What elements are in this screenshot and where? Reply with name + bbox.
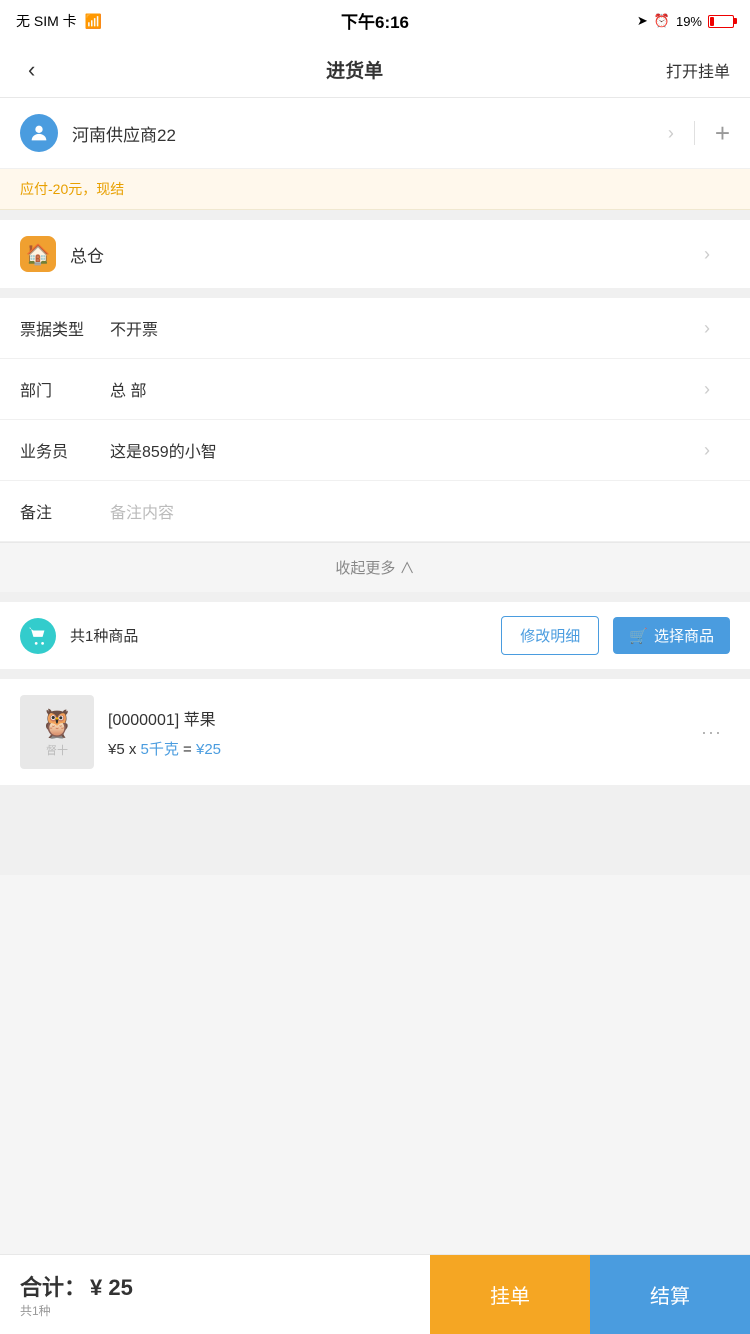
product-count-icon [20,618,56,654]
hold-button[interactable]: 挂单 [430,1255,590,1334]
footer-sub-count: 共1种 [20,1302,410,1319]
cart-icon [27,625,49,647]
chevron-right-icon: › [668,123,674,144]
settle-button[interactable]: 结算 [590,1255,750,1334]
battery-icon [708,15,734,28]
collapse-toggle[interactable]: 收起更多 ∧ [0,542,750,592]
add-supplier-button[interactable]: + [715,118,730,149]
remark-row[interactable]: 备注 备注内容 [0,481,750,542]
department-value: 总 部 [100,377,704,401]
back-button[interactable]: ‹ [20,49,43,91]
chevron-right-icon: › [704,440,710,461]
product-code: [0000001] [108,712,179,729]
product-thumbnail: 🦉 督十 [20,695,94,769]
battery-percent: 19% [676,14,702,29]
alarm-icon: ⏰ [654,13,670,29]
page-title: 进货单 [326,56,383,83]
warehouse-icon: 🏠 [20,236,56,272]
select-product-label: 选择商品 [654,625,714,646]
location-icon: ➤ [637,13,648,29]
product-name: [0000001] 苹果 [108,706,679,730]
product-header-section: 共1种商品 修改明细 🛒 选择商品 [0,602,750,669]
supplier-avatar [20,114,58,152]
wifi-icon: 📶 [85,13,102,30]
product-multiply: x [129,741,141,758]
product-title: 苹果 [184,712,216,729]
main-content: 河南供应商22 › + 应付-20元，现结 🏠 总仓 › 票据类型 不开票 › … [0,98,750,875]
remark-placeholder: 备注内容 [100,499,730,523]
salesman-value: 这是859的小智 [100,438,704,462]
chevron-right-icon: › [704,244,710,265]
status-time: 下午6:16 [341,8,409,33]
open-hold-button[interactable]: 打开挂单 [666,58,730,82]
edit-detail-button[interactable]: 修改明细 [501,616,599,655]
invoice-label: 票据类型 [20,316,100,340]
salesman-label: 业务员 [20,438,100,462]
supplier-row[interactable]: 河南供应商22 › + [0,98,750,169]
payment-notice: 应付-20元，现结 [0,169,750,210]
chevron-right-icon: › [704,379,710,400]
select-product-button[interactable]: 🛒 选择商品 [613,617,730,654]
invoice-value: 不开票 [100,316,704,340]
product-price: ¥5 x 5千克 = ¥25 [108,738,679,759]
warehouse-section: 🏠 总仓 › [0,220,750,288]
warehouse-name: 总仓 [70,242,704,267]
product-unit-price: ¥5 [108,741,125,758]
footer-total: 合计： ¥ 25 共1种 [0,1255,430,1334]
product-header-row: 共1种商品 修改明细 🛒 选择商品 [0,602,750,669]
product-count-text: 共1种商品 [70,625,487,646]
carrier-text: 无 SIM 卡 [16,11,77,31]
footer: 合计： ¥ 25 共1种 挂单 结算 [0,1254,750,1334]
remark-label: 备注 [20,499,100,523]
bottom-spacer [0,785,750,875]
salesman-row[interactable]: 业务员 这是859的小智 › [0,420,750,481]
product-thumb-logo: 🦉 督十 [40,707,75,758]
supplier-name: 河南供应商22 [72,121,668,146]
nav-bar: ‹ 进货单 打开挂单 [0,42,750,98]
footer-total-amount-value: ¥ 25 [90,1275,133,1301]
product-info: [0000001] 苹果 ¥5 x 5千克 = ¥25 [108,706,679,759]
chevron-right-icon: › [704,318,710,339]
product-item: 🦉 督十 [0000001] 苹果 ¥5 x 5千克 = ¥25 ··· [0,679,750,785]
product-menu-button[interactable]: ··· [693,718,730,747]
status-right: ➤ ⏰ 19% [637,13,734,29]
person-icon [28,122,50,144]
product-quantity: 5千克 [141,741,179,758]
status-left: 无 SIM 卡 📶 [16,11,102,31]
status-bar: 无 SIM 卡 📶 下午6:16 ➤ ⏰ 19% [0,0,750,42]
vertical-divider [694,121,695,145]
footer-total-label: 合计： [20,1270,86,1302]
select-product-icon: 🛒 [629,627,648,645]
footer-total-row: 合计： ¥ 25 [20,1270,410,1302]
supplier-section: 河南供应商22 › + 应付-20元，现结 [0,98,750,210]
department-row[interactable]: 部门 总 部 › [0,359,750,420]
warehouse-row[interactable]: 🏠 总仓 › [0,220,750,288]
product-equals: = [183,741,196,758]
invoice-row[interactable]: 票据类型 不开票 › [0,298,750,359]
form-section: 票据类型 不开票 › 部门 总 部 › 业务员 这是859的小智 › 备注 备注… [0,298,750,592]
department-label: 部门 [20,377,100,401]
product-total: ¥25 [196,741,221,758]
